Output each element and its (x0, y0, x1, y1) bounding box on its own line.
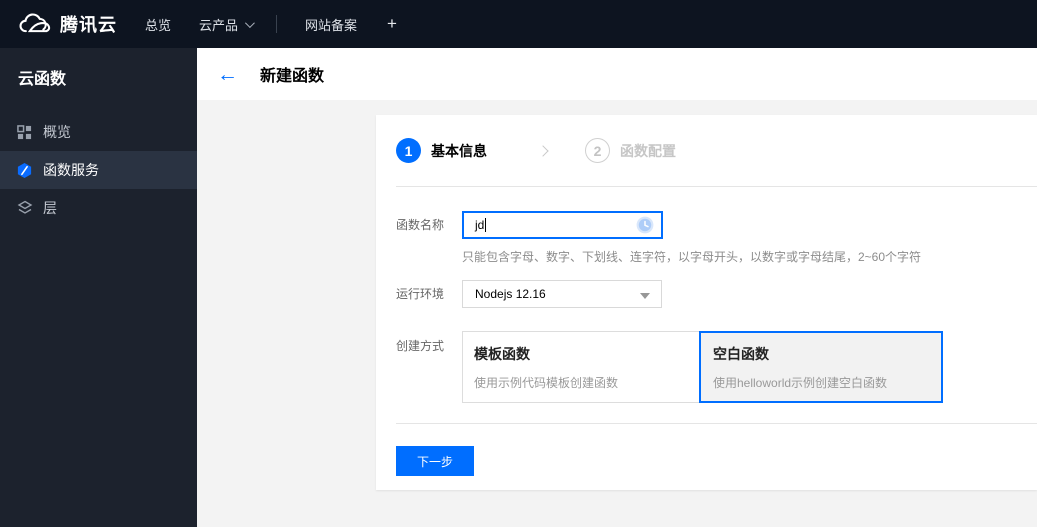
option-desc: 使用示例代码模板创建函数 (474, 376, 619, 390)
scf-icon (16, 162, 33, 179)
sidebar-menu: 概览 函数服务 层 (0, 113, 197, 227)
option-title: 空白函数 (713, 346, 769, 362)
function-name-row: 函数名称 jd 只能包含字母、数字、下划线、连字符，以字母开头，以数字或字母结尾… (396, 211, 1037, 265)
function-name-input[interactable]: jd (462, 211, 663, 239)
chevron-down-icon (244, 17, 255, 28)
function-name-hint: 只能包含字母、数字、下划线、连字符，以字母开头，以数字或字母结尾，2~60个字符 (462, 250, 922, 264)
select-caret-icon (640, 293, 650, 299)
function-name-label: 函数名称 (396, 218, 445, 232)
sidebar-item-label: 函数服务 (43, 162, 99, 178)
runtime-selected-value: Nodejs 12.16 (475, 287, 546, 301)
topbar: 腾讯云 总览 云产品 网站备案 + (0, 0, 1037, 48)
sidebar-item-label: 层 (43, 200, 57, 216)
sidebar: 云函数 概览 函数服务 层 (0, 48, 197, 527)
option-title: 模板函数 (474, 346, 530, 362)
runtime-row: 运行环境 Nodejs 12.16 (396, 280, 1037, 308)
option-blank-function[interactable]: 空白函数 使用helloworld示例创建空白函数 (699, 331, 943, 403)
step-1-circle: 1 (396, 138, 421, 163)
page-title: 新建函数 (260, 68, 325, 85)
create-function-card: 1 基本信息 2 函数配置 函数名称 jd 只能包含字母、数字、下划线、连字符，… (376, 115, 1037, 490)
step-2-label: 函数配置 (620, 142, 676, 159)
pending-clock-icon (635, 215, 655, 238)
sidebar-item-overview[interactable]: 概览 (0, 113, 197, 151)
chevron-right-icon (537, 144, 549, 157)
sidebar-item-label: 概览 (43, 124, 71, 140)
step-2-circle: 2 (585, 138, 610, 163)
page-header: ← 新建函数 (197, 48, 1037, 100)
next-step-button[interactable]: 下一步 (396, 446, 474, 476)
footer-divider (396, 423, 1037, 424)
text-caret (485, 218, 487, 232)
nav-overview[interactable]: 总览 (145, 15, 171, 34)
creation-method-options: 模板函数 使用示例代码模板创建函数 空白函数 使用helloworld示例创建空… (462, 331, 943, 403)
brand-name: 腾讯云 (60, 15, 117, 35)
tencent-cloud-logo-icon (19, 13, 51, 33)
creation-method-row: 创建方式 模板函数 使用示例代码模板创建函数 空白函数 使用helloworld… (396, 331, 1037, 403)
tab-website-icp-label: 网站备案 (305, 17, 358, 33)
basic-info-form: 函数名称 jd 只能包含字母、数字、下划线、连字符，以字母开头，以数字或字母结尾… (396, 211, 1037, 403)
step-1-label: 基本信息 (431, 142, 487, 159)
option-desc: 使用helloworld示例创建空白函数 (713, 376, 888, 390)
function-name-value: jd (475, 218, 485, 232)
nav-cloud-products[interactable]: 云产品 (199, 15, 255, 34)
layers-icon (16, 200, 33, 217)
step-indicator: 1 基本信息 2 函数配置 (396, 115, 1037, 187)
sidebar-title: 云函数 (18, 71, 67, 88)
option-template-function[interactable]: 模板函数 使用示例代码模板创建函数 (462, 331, 700, 403)
grid-icon (16, 124, 33, 141)
topbar-divider (276, 15, 278, 33)
tab-website-icp[interactable]: 网站备案 (305, 15, 357, 34)
nav-overview-label: 总览 (145, 17, 172, 33)
sidebar-item-function-service[interactable]: 函数服务 (0, 151, 197, 189)
nav-cloud-products-label: 云产品 (199, 17, 239, 33)
content-area: 1 基本信息 2 函数配置 函数名称 jd 只能包含字母、数字、下划线、连字符，… (197, 100, 1037, 527)
sidebar-item-layers[interactable]: 层 (0, 189, 197, 227)
creation-method-label: 创建方式 (396, 339, 445, 353)
runtime-select[interactable]: Nodejs 12.16 (462, 280, 662, 308)
new-tab-button[interactable]: + (387, 14, 397, 34)
runtime-label: 运行环境 (396, 287, 445, 301)
back-arrow-icon[interactable]: ← (217, 64, 238, 85)
